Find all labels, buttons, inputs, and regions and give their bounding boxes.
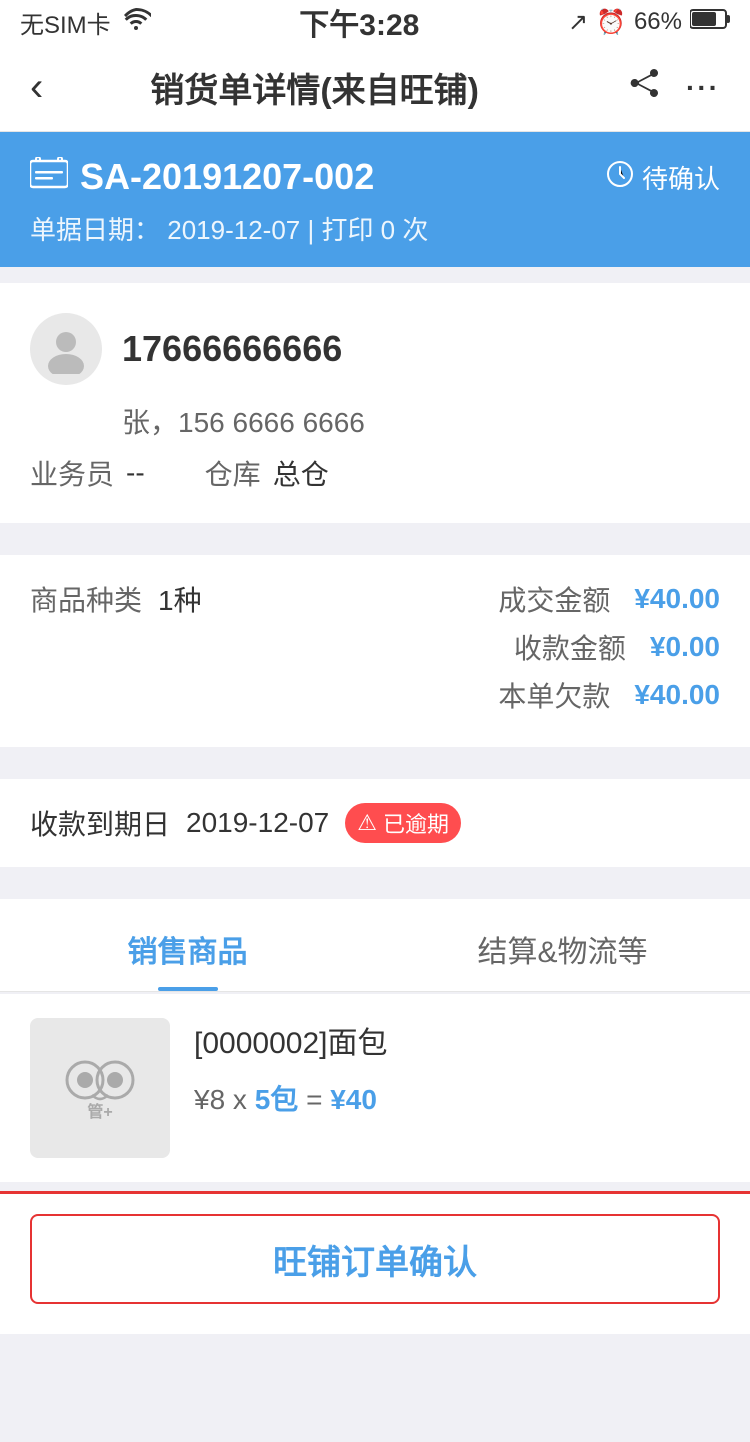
price-total: ¥40	[330, 1084, 377, 1115]
amount-value: ¥40.00	[634, 583, 720, 615]
divider-1	[0, 523, 750, 539]
location-icon: ↗	[568, 8, 588, 37]
more-button[interactable]: ···	[686, 72, 720, 104]
tabs-row: 销售商品 结算&物流等	[0, 899, 750, 991]
collected-label: 收款金额	[514, 627, 626, 667]
page-title: 销货单详情(来自旺铺)	[3, 63, 626, 112]
summary-right: 成交金额 ¥40.00 收款金额 ¥0.00 本单欠款 ¥40.00	[498, 579, 720, 723]
warehouse-value: 总仓	[273, 453, 329, 493]
nav-bar: ‹ 销货单详情(来自旺铺) ···	[0, 44, 750, 132]
product-type-label: 商品种类	[30, 579, 142, 619]
customer-meta: 业务员 -- 仓库 总仓	[30, 453, 720, 493]
collected-value: ¥0.00	[650, 631, 720, 663]
product-thumbnail: 管+	[30, 1018, 170, 1158]
svg-text:管+: 管+	[87, 1102, 112, 1121]
customer-name: 张，156 6666 6666	[30, 401, 720, 441]
sales-meta: 业务员 --	[30, 453, 145, 493]
due-date-label: 收款到期日	[30, 803, 170, 843]
order-icon	[30, 156, 68, 198]
nav-actions: ···	[626, 65, 720, 110]
product-info: [0000002]面包 ¥8 x 5包 = ¥40	[194, 1018, 720, 1118]
battery-text: 66%	[634, 8, 682, 36]
product-type-value: 1种	[158, 579, 202, 619]
order-status: 待确认	[606, 159, 720, 196]
warning-icon: ⚠	[357, 810, 377, 836]
divider-3	[0, 867, 750, 883]
customer-phone: 17666666666	[122, 328, 342, 370]
product-price: ¥8 x 5包 = ¥40	[194, 1078, 720, 1118]
tab-sales-product[interactable]: 销售商品	[0, 899, 375, 991]
battery-icon	[690, 8, 730, 37]
overdue-badge: ⚠ 已逾期	[345, 803, 461, 843]
status-left: 无SIM卡	[20, 5, 151, 40]
warehouse-label: 仓库	[205, 453, 261, 493]
divider-2	[0, 747, 750, 763]
order-header: SA-20191207-002 待确认 单据日期： 2019-12-07 | 打…	[0, 132, 750, 267]
customer-section: 17666666666 张，156 6666 6666 业务员 -- 仓库 总仓	[0, 283, 750, 523]
due-date-value: 2019-12-07	[186, 807, 329, 839]
status-bar: 无SIM卡 下午3:28 ↗ ⏰ 66%	[0, 0, 750, 44]
product-logo: 管+	[50, 1045, 150, 1132]
alarm-icon: ⏰	[596, 8, 626, 37]
summary-left: 商品种类 1种	[30, 579, 202, 619]
share-button[interactable]	[626, 65, 662, 110]
confirm-btn-wrapper: 旺铺订单确认	[0, 1191, 750, 1334]
sales-label: 业务员	[30, 453, 114, 493]
wifi-icon	[121, 8, 151, 37]
order-id: SA-20191207-002	[30, 156, 374, 198]
confirm-order-button[interactable]: 旺铺订单确认	[30, 1214, 720, 1304]
tab-settlement[interactable]: 结算&物流等	[375, 899, 750, 991]
customer-row: 17666666666	[30, 313, 720, 385]
order-id-row: SA-20191207-002 待确认	[30, 156, 720, 198]
product-item: 管+ [0000002]面包 ¥8 x 5包 = ¥40	[30, 1018, 720, 1158]
price-equals: =	[306, 1084, 330, 1115]
price-unit: ¥8 x	[194, 1084, 255, 1115]
avatar	[30, 313, 102, 385]
product-section: 管+ [0000002]面包 ¥8 x 5包 = ¥40	[0, 994, 750, 1182]
amount-row: 成交金额 ¥40.00	[498, 579, 720, 619]
owed-value: ¥40.00	[634, 679, 720, 711]
carrier-text: 无SIM卡	[20, 5, 111, 40]
warehouse-meta: 仓库 总仓	[205, 453, 329, 493]
product-name: [0000002]面包	[194, 1018, 720, 1062]
clock-icon	[606, 160, 634, 195]
collected-row: 收款金额 ¥0.00	[498, 627, 720, 667]
owed-label: 本单欠款	[498, 675, 610, 715]
sales-value: --	[126, 457, 145, 489]
owed-row: 本单欠款 ¥40.00	[498, 675, 720, 715]
price-quantity: 5包	[255, 1084, 299, 1115]
tabs-section: 销售商品 结算&物流等	[0, 899, 750, 992]
due-date-section: 收款到期日 2019-12-07 ⚠ 已逾期	[0, 779, 750, 867]
amount-label: 成交金额	[498, 579, 610, 619]
order-summary: 商品种类 1种 成交金额 ¥40.00 收款金额 ¥0.00 本单欠款 ¥40.…	[0, 555, 750, 747]
order-date: 单据日期： 2019-12-07 | 打印 0 次	[30, 210, 720, 247]
status-time: 下午3:28	[299, 0, 419, 44]
status-right: ↗ ⏰ 66%	[568, 8, 730, 37]
